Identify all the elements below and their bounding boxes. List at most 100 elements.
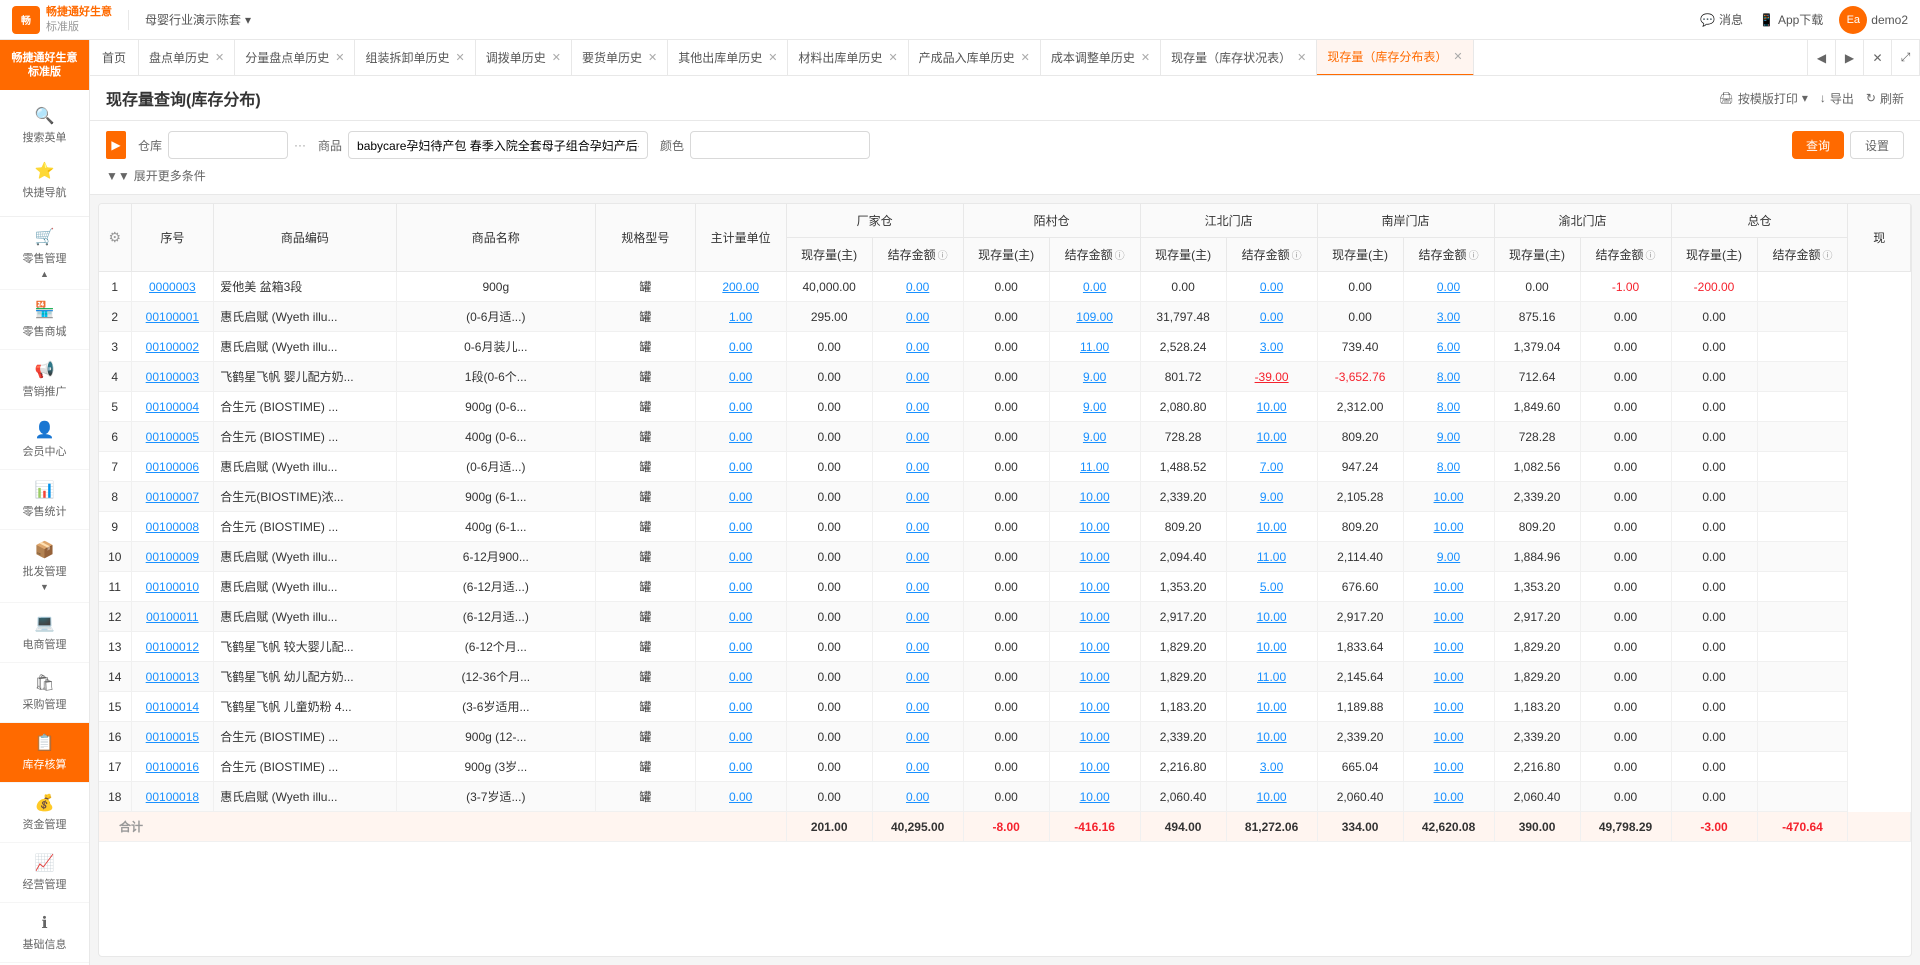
cell-link[interactable]: 10.00 [1080,520,1110,534]
sidebar-item-marketing[interactable]: 📢 营销推广 [0,350,89,410]
expand-triangle-btn[interactable]: ▶ [106,131,126,159]
info-icon[interactable]: ⓘ [1823,247,1833,262]
cell-link[interactable]: 0.00 [729,460,752,474]
sidebar-item-search[interactable]: 🔍 搜索英单 [8,98,81,153]
cell-link[interactable]: 8.00 [1437,370,1460,384]
refresh-btn[interactable]: ↻ 刷新 [1866,90,1904,107]
app-download-btn[interactable]: 📱 App下载 [1759,11,1823,28]
cell-link[interactable]: 10.00 [1080,670,1110,684]
cell-link[interactable]: 3.00 [1260,760,1283,774]
cell-link[interactable]: 3.00 [1437,310,1460,324]
sidebar-item-retail-mgmt[interactable]: 🛒 零售管理 ▲ [0,217,89,290]
close-icon[interactable]: ✕ [1453,50,1462,63]
query-button[interactable]: 查询 [1792,131,1844,159]
cell-link[interactable]: 0.00 [906,400,929,414]
cell-link[interactable]: 0.00 [729,550,752,564]
cell-link[interactable]: 0.00 [906,490,929,504]
sidebar-item-nav[interactable]: ⭐ 快捷导航 [8,153,81,208]
cell-link[interactable]: 10.00 [1434,580,1464,594]
cell-link[interactable]: 0.00 [906,610,929,624]
cell-link[interactable]: 0.00 [729,640,752,654]
tab-fenpan[interactable]: 分量盘点单历史 ✕ [235,40,355,76]
cell-link[interactable]: 0.00 [906,700,929,714]
cell-link[interactable]: 0.00 [906,340,929,354]
info-icon[interactable]: ⓘ [1646,247,1656,262]
product-input[interactable] [348,131,648,159]
cell-link[interactable]: 10.00 [1434,490,1464,504]
cell-link[interactable]: 0.00 [729,490,752,504]
cell-link[interactable]: 11.00 [1080,340,1109,354]
cell-link[interactable]: 0.00 [906,730,929,744]
cell-link[interactable]: 0.00 [729,430,752,444]
cell-link[interactable]: 10.00 [1080,550,1110,564]
cell-link[interactable]: 9.00 [1083,430,1106,444]
tab-cailiao[interactable]: 材料出库单历史 ✕ [788,40,908,76]
cell-link[interactable]: 10.00 [1080,580,1110,594]
close-icon[interactable]: ✕ [215,51,224,64]
tab-diaopo[interactable]: 调拨单历史 ✕ [476,40,572,76]
cell-link[interactable]: 10.00 [1434,760,1464,774]
cell-link[interactable]: 6.00 [1437,340,1460,354]
cell-link[interactable]: 0.00 [729,610,752,624]
cell-link[interactable]: 0.00 [906,580,929,594]
tab-pandian[interactable]: 盘点单历史 ✕ [139,40,235,76]
cell-link[interactable]: 0.00 [729,700,752,714]
close-icon[interactable]: ✕ [552,51,561,64]
cell-link[interactable]: 200.00 [722,280,759,294]
cell-link[interactable]: 0.00 [729,730,752,744]
message-btn[interactable]: 💬 消息 [1700,11,1743,28]
cell-link[interactable]: 0.00 [906,520,929,534]
sidebar-item-basic[interactable]: ℹ 基础信息 [0,903,89,963]
close-icon[interactable]: ✕ [1141,51,1150,64]
cell-link[interactable]: 0.00 [729,580,752,594]
cell-link[interactable]: 0.00 [906,460,929,474]
tab-close-btn[interactable]: ✕ [1864,40,1892,76]
sidebar-item-purchase[interactable]: 🛍 采购管理 [0,663,89,723]
close-icon[interactable]: ✕ [648,51,657,64]
cell-link[interactable]: 10.00 [1257,400,1287,414]
tab-zuzhuang[interactable]: 组装拆卸单历史 ✕ [355,40,475,76]
cell-link[interactable]: 10.00 [1080,700,1110,714]
cell-link[interactable]: 0.00 [1260,310,1283,324]
cell-link[interactable]: 0.00 [906,760,929,774]
tab-xiancunliang-fb[interactable]: 现存量（库存分布表） ✕ [1317,40,1473,76]
info-icon[interactable]: ⓘ [1292,247,1302,262]
cell-link[interactable]: 10.00 [1080,790,1110,804]
cell-link[interactable]: 10.00 [1080,610,1110,624]
close-icon[interactable]: ✕ [456,51,465,64]
cell-link[interactable]: 10.00 [1257,790,1287,804]
tab-chengben[interactable]: 成本调整单历史 ✕ [1041,40,1161,76]
filter-expand-btn[interactable]: ▼▼ 展开更多条件 [106,167,1904,184]
cell-link[interactable]: 9.00 [1083,370,1106,384]
cell-link[interactable]: 10.00 [1434,700,1464,714]
cell-link[interactable]: 10.00 [1434,730,1464,744]
info-icon[interactable]: ⓘ [1115,247,1125,262]
cell-link[interactable]: 0.00 [729,370,752,384]
print-btn[interactable]: 🖨 按模版打印 ▾ [1719,90,1808,107]
settings-button[interactable]: 设置 [1850,131,1904,159]
cell-link[interactable]: 0.00 [906,640,929,654]
gear-icon[interactable]: ⚙ [108,229,121,245]
cell-link[interactable]: 10.00 [1434,610,1464,624]
cell-link[interactable]: 0.00 [729,340,752,354]
cell-link[interactable]: 0.00 [1260,280,1283,294]
cell-link[interactable]: 0.00 [1437,280,1460,294]
tab-xiancunliang-zk[interactable]: 现存量（库存状况表） ✕ [1161,40,1317,76]
cell-link[interactable]: 10.00 [1434,520,1464,534]
tab-home[interactable]: 首页 [90,40,139,76]
cell-link[interactable]: 10.00 [1080,490,1110,504]
cell-link[interactable]: 0.00 [1083,280,1106,294]
cell-link[interactable]: 0.00 [906,370,929,384]
cell-link[interactable]: 0.00 [729,400,752,414]
cell-link[interactable]: 10.00 [1257,700,1287,714]
cell-link[interactable]: 0.00 [906,430,929,444]
cell-link[interactable]: 7.00 [1260,460,1283,474]
info-icon[interactable]: ⓘ [1469,247,1479,262]
tab-yaohuo[interactable]: 要货单历史 ✕ [572,40,668,76]
tab-next-btn[interactable]: ▶ [1836,40,1864,76]
cell-link[interactable]: 10.00 [1257,640,1287,654]
cell-link[interactable]: 10.00 [1080,730,1110,744]
sidebar-item-ecommerce[interactable]: 💻 电商管理 [0,603,89,663]
sidebar-item-retail-stats[interactable]: 📊 零售统计 [0,470,89,530]
cell-link[interactable]: 0.00 [729,760,752,774]
